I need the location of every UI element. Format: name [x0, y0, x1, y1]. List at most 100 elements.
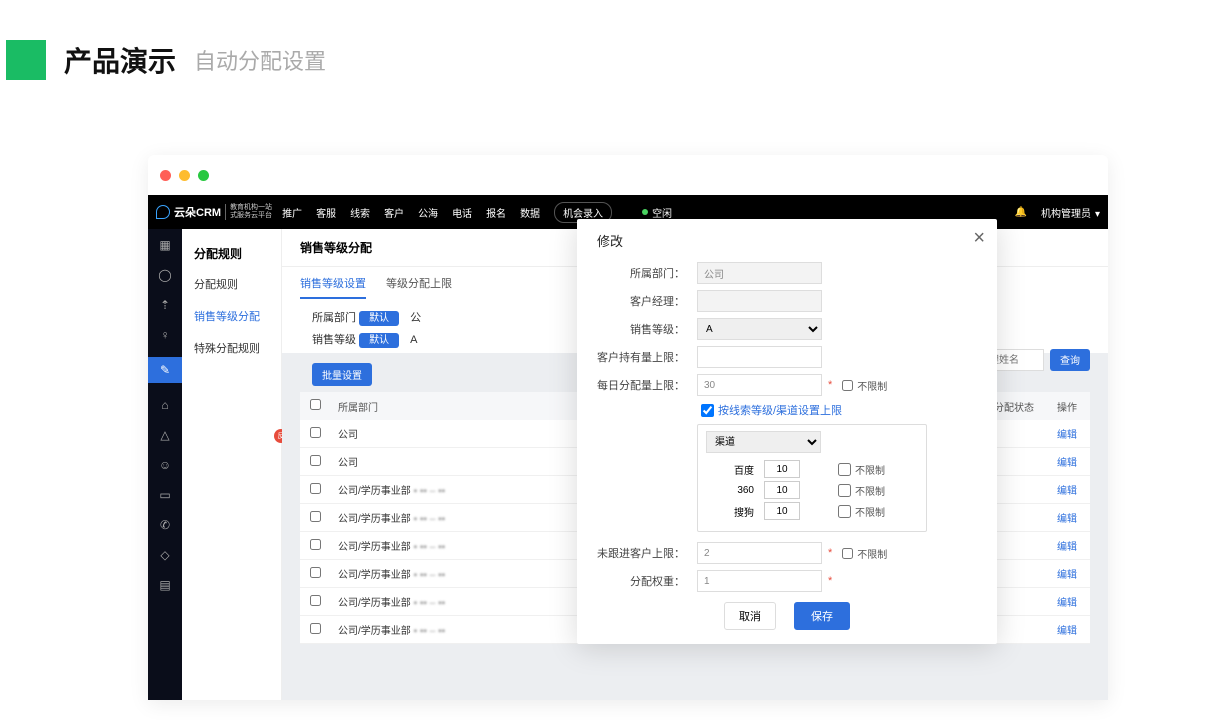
channel-type-select[interactable]: 渠道: [706, 431, 821, 453]
nav-pool[interactable]: 公海: [418, 205, 438, 220]
search-button[interactable]: 查询: [1050, 349, 1090, 371]
edit-link[interactable]: 编辑: [1057, 598, 1077, 609]
modal-weight-input[interactable]: [697, 570, 822, 592]
channel-name: 百度: [706, 462, 754, 477]
nav-phone[interactable]: 电话: [452, 205, 472, 220]
rail-shield-icon[interactable]: ◯: [157, 267, 173, 283]
logo-subtitle: 教育机构一站 式服务云平台: [225, 204, 272, 219]
status-text: 空闲: [652, 205, 672, 220]
row-checkbox[interactable]: [310, 539, 321, 550]
nav-items: 推广 客服 线索 客户 公海 电话 报名 数据 机会录入: [282, 202, 612, 223]
edit-link[interactable]: 编辑: [1057, 514, 1077, 525]
rail-phone-icon[interactable]: ✆: [157, 517, 173, 533]
mac-titlebar: [148, 155, 1108, 195]
filter-dept-default[interactable]: 默认: [359, 311, 399, 326]
row-checkbox[interactable]: [310, 567, 321, 578]
sidebar-item-special[interactable]: 特殊分配规则: [182, 332, 281, 364]
modal-title: 修改: [597, 229, 977, 256]
edit-link[interactable]: 编辑: [1057, 430, 1077, 441]
rail-card-icon[interactable]: ▤: [157, 577, 173, 593]
subtab-level-limit[interactable]: 等级分配上限: [386, 275, 452, 299]
row-checkbox[interactable]: [310, 623, 321, 634]
minimize-dot[interactable]: [179, 170, 190, 181]
modal-weight-label: 分配权重：: [597, 573, 697, 589]
row-checkbox[interactable]: [310, 511, 321, 522]
status-dot-icon: [642, 209, 648, 215]
checkbox-all[interactable]: [310, 399, 321, 410]
bell-icon[interactable]: 🔔: [1015, 207, 1027, 218]
rail-user-icon[interactable]: ♀: [157, 327, 173, 343]
batch-setting-button[interactable]: 批量设置: [312, 363, 372, 386]
th-op: 操作: [1044, 399, 1090, 414]
edit-link[interactable]: 编辑: [1057, 486, 1077, 497]
rail-settings-icon[interactable]: ✎: [148, 357, 182, 383]
subtab-level-setting[interactable]: 销售等级设置: [300, 275, 366, 299]
modal-dept-input: [697, 262, 822, 284]
page-title: 产品演示: [64, 40, 176, 80]
channel-value-input[interactable]: [764, 460, 800, 478]
edit-link[interactable]: 编辑: [1057, 626, 1077, 637]
channel-name: 搜狗: [706, 504, 754, 519]
edit-link[interactable]: 编辑: [1057, 458, 1077, 469]
rail-home-icon[interactable]: ⌂: [157, 397, 173, 413]
channel-name: 360: [706, 485, 754, 496]
maximize-dot[interactable]: [198, 170, 209, 181]
save-button[interactable]: 保存: [794, 602, 850, 630]
modal-level-label: 销售等级：: [597, 321, 697, 337]
daily-unlimited-checkbox[interactable]: [842, 380, 853, 391]
rail-chart-icon[interactable]: ⇡: [157, 297, 173, 313]
page-header: 产品演示 自动分配设置: [0, 0, 1210, 100]
channel-unlimited-checkbox[interactable]: [838, 484, 851, 497]
channel-value-input[interactable]: [764, 502, 800, 520]
sidebar-item-rules[interactable]: 分配规则: [182, 268, 281, 300]
filter-level-other[interactable]: A: [410, 334, 417, 346]
modal-dept-label: 所属部门：: [597, 265, 697, 281]
row-checkbox[interactable]: [310, 483, 321, 494]
modal-unfollow-input[interactable]: [697, 542, 822, 564]
modal-mgr-input: [697, 290, 822, 312]
edit-link[interactable]: 编辑: [1057, 542, 1077, 553]
nav-promo[interactable]: 推广: [282, 205, 302, 220]
row-checkbox[interactable]: [310, 595, 321, 606]
rail-person-icon[interactable]: ☺: [157, 457, 173, 473]
required-mark: *: [828, 547, 832, 559]
sidebar-item-sales-level[interactable]: 销售等级分配: [182, 300, 281, 332]
user-role-dropdown[interactable]: 机构管理员▾: [1041, 205, 1100, 220]
channel-limit-checkbox[interactable]: [701, 404, 714, 417]
filter-dept-label: 所属部门: [312, 312, 356, 324]
filter-level-default[interactable]: 默认: [359, 333, 399, 348]
close-dot[interactable]: [160, 170, 171, 181]
modal-mgr-label: 客户经理：: [597, 293, 697, 309]
edit-link[interactable]: 编辑: [1057, 570, 1077, 581]
modal-daily-input[interactable]: [697, 374, 822, 396]
filter-level-label: 销售等级: [312, 334, 356, 346]
filter-dept-other[interactable]: 公: [410, 312, 421, 324]
rail-dashboard-icon[interactable]: ▦: [157, 237, 173, 253]
logo-text: 云朵CRM: [174, 204, 221, 220]
row-checkbox[interactable]: [310, 455, 321, 466]
nav-signup[interactable]: 报名: [486, 205, 506, 220]
channel-value-input[interactable]: [764, 481, 800, 499]
required-mark: *: [828, 379, 832, 391]
main-tab-label: 销售等级分配: [300, 229, 372, 266]
sidebar: 分配规则 分配规则 销售等级分配 特殊分配规则 反: [182, 229, 282, 700]
channel-unlimited-checkbox[interactable]: [838, 505, 851, 518]
modal-hold-input[interactable]: [697, 346, 822, 368]
row-checkbox[interactable]: [310, 427, 321, 438]
rail-triangle-icon[interactable]: △: [157, 427, 173, 443]
nav-leads[interactable]: 线索: [350, 205, 370, 220]
nav-service[interactable]: 客服: [316, 205, 336, 220]
close-icon[interactable]: ×: [973, 227, 985, 250]
channel-limit-box: 渠道 百度 不限制 360 不限制 搜狗 不限制: [697, 424, 927, 532]
modal-level-select[interactable]: A: [697, 318, 822, 340]
required-mark: *: [828, 575, 832, 587]
unfollow-unlimited-checkbox[interactable]: [842, 548, 853, 559]
rail-tag-icon[interactable]: ◇: [157, 547, 173, 563]
cancel-button[interactable]: 取消: [724, 602, 776, 630]
page-subtitle: 自动分配设置: [194, 44, 326, 76]
app-window: 云朵CRM 教育机构一站 式服务云平台 推广 客服 线索 客户 公海 电话 报名…: [148, 155, 1108, 700]
channel-unlimited-checkbox[interactable]: [838, 463, 851, 476]
nav-data[interactable]: 数据: [520, 205, 540, 220]
nav-customers[interactable]: 客户: [384, 205, 404, 220]
rail-doc-icon[interactable]: ▭: [157, 487, 173, 503]
